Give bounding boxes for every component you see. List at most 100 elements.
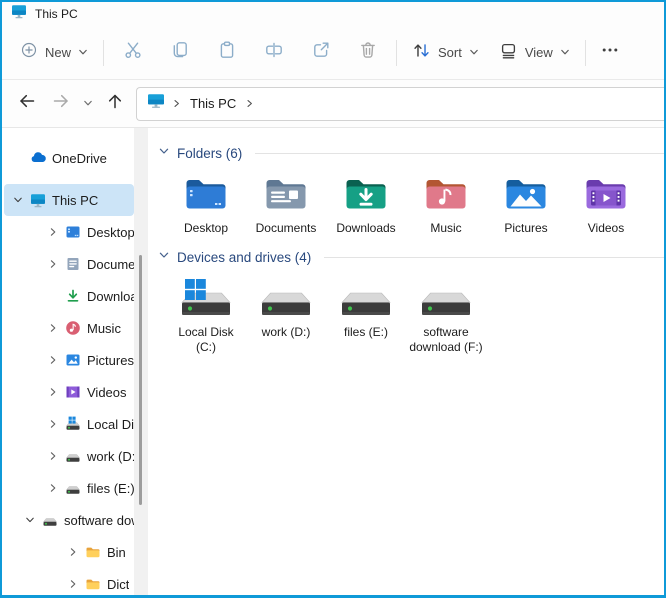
delete-button[interactable] [344,34,391,72]
sidebar-item-downloads[interactable]: Downloads [4,280,134,312]
section-rule [255,153,664,154]
drive-tile-files-e[interactable]: files (E:) [326,274,406,340]
sidebar-item-label: Local Disk (C:) [87,417,134,432]
back-icon [17,91,37,116]
new-label: New [45,45,71,60]
chevron-right-icon[interactable] [65,547,81,557]
paste-icon [217,40,237,65]
tile-label: Pictures [504,221,547,236]
file-tile-music[interactable]: Music [406,170,486,236]
drive-tile-software-download-f[interactable]: software download (F:) [406,274,486,355]
sidebar-item-label: Documents [87,257,134,272]
address-bar[interactable]: This PC [136,87,664,121]
pictures-icon [64,352,82,368]
sidebar-item-local-disk-c[interactable]: Local Disk (C:) [4,408,134,440]
sidebar-scrollbar[interactable] [134,128,148,595]
file-tile-downloads[interactable]: Downloads [326,170,406,236]
music-icon [64,320,82,336]
drive-icon [64,448,82,464]
breadcrumb-item-this-pc[interactable]: This PC [188,96,238,111]
chevron-right-icon[interactable] [45,483,61,493]
drive-icon [41,512,59,528]
sidebar-item-documents[interactable]: Documents [4,248,134,280]
chevron-right-icon[interactable] [45,451,61,461]
sort-button[interactable]: Sort [402,34,489,72]
paste-button[interactable] [203,34,250,72]
chevron-down-icon [560,44,570,62]
tile-label: Downloads [336,221,395,236]
sidebar-item-software-download-f[interactable]: software downl [4,504,134,536]
chevron-right-icon[interactable] [45,387,61,397]
sidebar-item-dict[interactable]: Dict [4,568,134,598]
file-tile-pictures[interactable]: Pictures [486,170,566,236]
content-pane: Folders (6) Desktop Documents [148,128,664,595]
copy-button[interactable] [156,34,203,72]
file-tile-videos[interactable]: Videos [566,170,646,236]
view-icon [499,41,518,65]
rename-button[interactable] [250,34,297,72]
navigation-bar: This PC [2,80,664,128]
chevron-right-icon[interactable] [45,227,61,237]
downloads-folder-icon [342,170,390,218]
documents-icon [64,256,82,272]
file-tile-documents[interactable]: Documents [246,170,326,236]
up-button[interactable] [98,88,132,120]
sidebar-item-onedrive[interactable]: OneDrive [4,142,134,174]
see-more-icon [600,40,620,65]
sidebar-item-label: Downloads [87,289,134,304]
window-title: This PC [35,7,78,21]
forward-icon [51,91,71,116]
chevron-right-icon[interactable] [45,259,61,269]
sidebar-item-pictures[interactable]: Pictures [4,344,134,376]
drives-tile-row: Local Disk (C:) work (D:) files (E:) [158,274,664,355]
copy-icon [170,40,190,65]
scrollbar-thumb[interactable] [139,255,142,505]
sidebar-item-files-e[interactable]: files (E:) [4,472,134,504]
sidebar-item-videos[interactable]: Videos [4,376,134,408]
chevron-down-icon[interactable] [22,515,38,525]
breadcrumb-chevron-icon[interactable] [172,95,181,113]
sidebar-item-work-d[interactable]: work (D:) [4,440,134,472]
file-tile-desktop[interactable]: Desktop [166,170,246,236]
forward-button[interactable] [44,88,78,120]
share-button[interactable] [297,34,344,72]
folder-icon [84,544,102,560]
chevron-down-icon[interactable] [10,195,26,205]
sidebar-item-music[interactable]: Music [4,312,134,344]
tile-label: Desktop [184,221,228,236]
chevron-right-icon[interactable] [45,355,61,365]
videos-icon [64,384,82,400]
tile-label: Music [430,221,461,236]
chevron-right-icon[interactable] [45,323,61,333]
sidebar-item-desktop[interactable]: Desktop [4,216,134,248]
see-more-button[interactable] [591,34,629,72]
sidebar-item-label: Pictures [87,353,134,368]
sidebar-item-bin[interactable]: Bin [4,536,134,568]
monitor-icon [11,4,27,24]
collapse-chevron-icon[interactable] [158,248,170,266]
videos-folder-icon [582,170,630,218]
new-button[interactable]: New [10,34,98,71]
tile-label: Local Disk (C:) [168,325,244,355]
view-button[interactable]: View [489,34,580,72]
recent-locations-button[interactable] [78,88,98,120]
section-header-folders[interactable]: Folders (6) [158,142,664,164]
sidebar-item-label: OneDrive [52,151,107,166]
sidebar-item-label: software downl [64,513,134,528]
drive-tile-local-disk-c[interactable]: Local Disk (C:) [166,274,246,355]
chevron-right-icon[interactable] [65,579,81,589]
back-button[interactable] [10,88,44,120]
chevron-down-icon [83,95,93,113]
collapse-chevron-icon[interactable] [158,144,170,162]
chevron-right-icon[interactable] [45,419,61,429]
sidebar-item-this-pc[interactable]: This PC [4,184,134,216]
cut-button[interactable] [109,34,156,72]
sidebar-item-label: Bin [107,545,126,560]
section-header-devices-and-drives[interactable]: Devices and drives (4) [158,246,664,268]
tile-label: files (E:) [344,325,388,340]
breadcrumb-chevron-icon[interactable] [245,95,254,113]
view-label: View [525,45,553,60]
drive-tile-work-d[interactable]: work (D:) [246,274,326,340]
section-title: Folders (6) [177,146,242,161]
drive-windows-icon [64,416,82,432]
